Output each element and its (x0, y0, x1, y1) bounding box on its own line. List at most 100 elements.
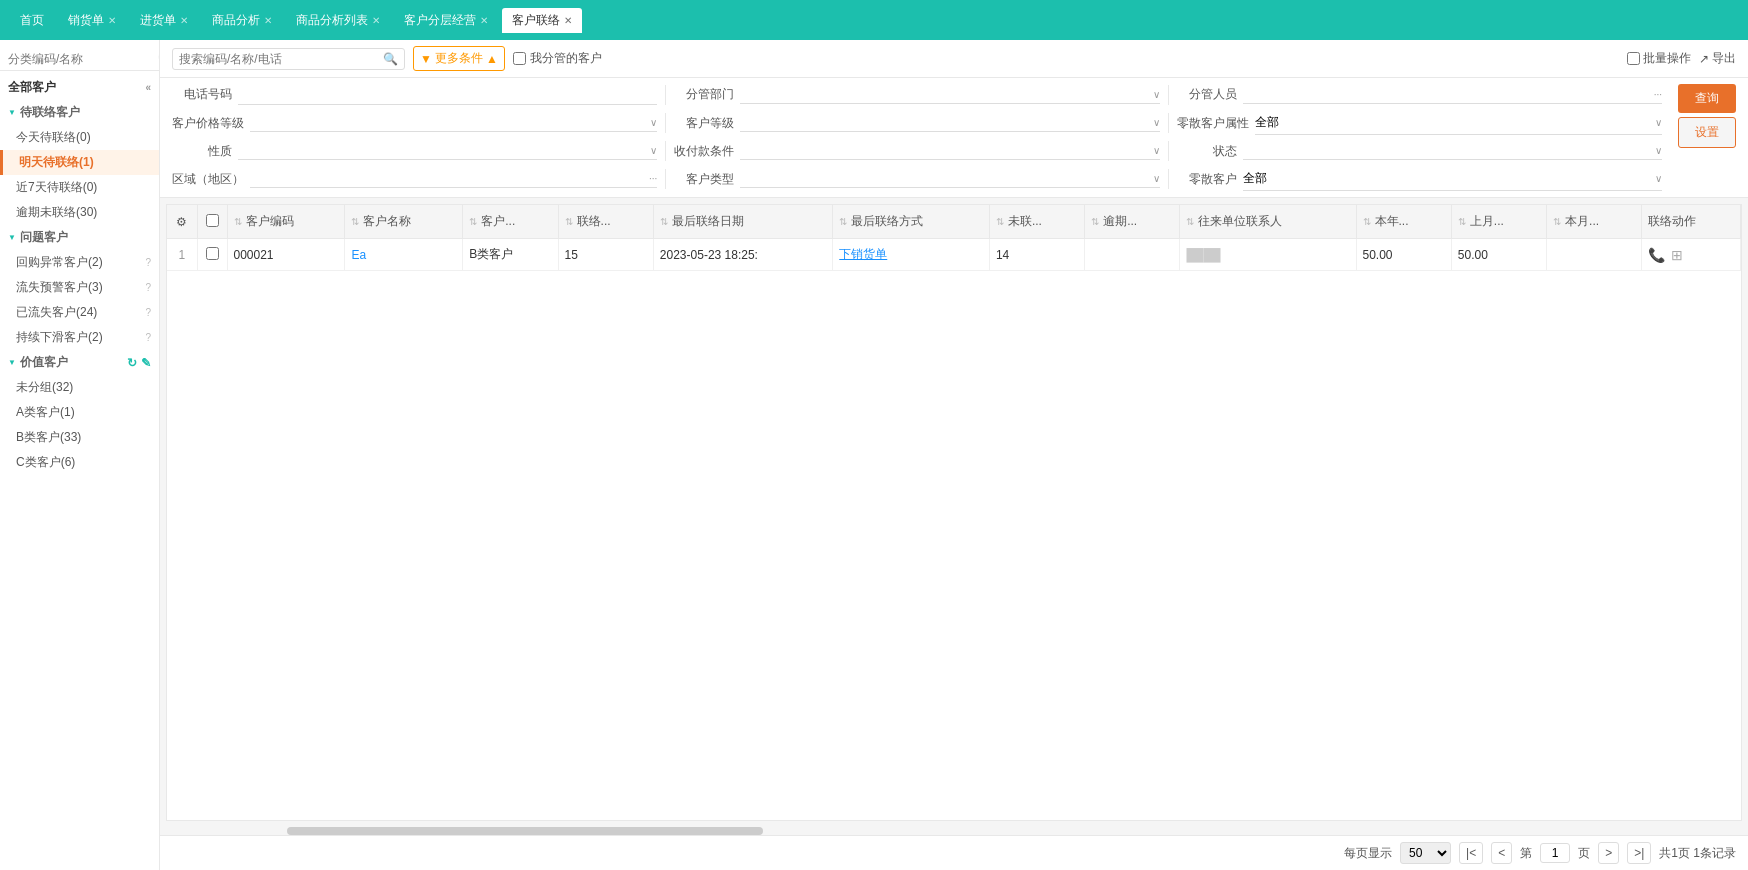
sidebar-all-customers[interactable]: 全部客户 « (0, 75, 159, 100)
help-icon-declining[interactable]: ? (145, 332, 151, 343)
toolbar-search-icon[interactable]: 🔍 (383, 52, 398, 66)
sidebar-item-7days-pending[interactable]: 近7天待联络(0) (0, 175, 159, 200)
phone-action-icon[interactable]: 📞 (1648, 247, 1665, 263)
th-checkbox[interactable] (197, 205, 227, 239)
filter-phone-input[interactable] (238, 84, 657, 105)
th-last-month[interactable]: ⇅上月... (1451, 205, 1546, 239)
th-year-amount[interactable]: ⇅本年... (1356, 205, 1451, 239)
help-icon-churned[interactable]: ? (145, 307, 151, 318)
per-page-select[interactable]: 50 100 200 (1400, 842, 1451, 864)
filter-retail-attr-select[interactable]: 全部 ∨ (1255, 111, 1662, 135)
horizontal-scrollbar[interactable] (160, 827, 1748, 835)
sidebar-item-declining[interactable]: 持续下滑客户(2) ? (0, 325, 159, 350)
filter-region-label: 区域（地区） (172, 171, 244, 188)
th-last-month-label: 上月... (1470, 213, 1504, 230)
nav-product-analysis[interactable]: 商品分析 ✕ (202, 8, 282, 33)
th-contact-person[interactable]: ⇅往来单位联系人 (1180, 205, 1356, 239)
nav-customer-stratification[interactable]: 客户分层经营 ✕ (394, 8, 498, 33)
nav-customer-contact[interactable]: 客户联络 ✕ (502, 8, 582, 33)
th-last-contact-date[interactable]: ⇅最后联络日期 (653, 205, 832, 239)
more-conditions-btn[interactable]: ▼ 更多条件 ▲ (413, 46, 505, 71)
first-page-btn[interactable]: |< (1459, 842, 1483, 864)
nav-purchase-order[interactable]: 进货单 ✕ (130, 8, 198, 33)
row-checkbox[interactable] (206, 247, 219, 260)
sidebar-item-tomorrow-pending-label: 明天待联络(1) (19, 154, 94, 171)
filter-nature-label: 性质 (172, 143, 232, 160)
grid-action-icon[interactable]: ⊞ (1671, 247, 1683, 263)
nav-home[interactable]: 首页 (10, 8, 54, 33)
batch-op-btn[interactable]: 批量操作 (1627, 50, 1691, 67)
sidebar-item-b-customers[interactable]: B类客户(33) (0, 425, 159, 450)
my-customers-checkbox[interactable] (513, 52, 526, 65)
sidebar-item-abnormal-repurchase[interactable]: 回购异常客户(2) ? (0, 250, 159, 275)
nav-sales-order[interactable]: 销货单 ✕ (58, 8, 126, 33)
filter-customer-type-select[interactable]: ∨ (740, 170, 1159, 188)
th-overdue[interactable]: ⇅逾期... (1085, 205, 1180, 239)
td-this-month-amount (1547, 239, 1642, 271)
help-icon-abnormal[interactable]: ? (145, 257, 151, 268)
filter-retail-customer-select[interactable]: 全部 ∨ (1243, 167, 1662, 191)
sidebar-item-tomorrow-pending[interactable]: 明天待联络(1) (0, 150, 159, 175)
filter-divider-1 (665, 85, 666, 105)
page-label: 第 (1520, 845, 1532, 862)
td-name[interactable]: Ea (345, 239, 463, 271)
sidebar-item-c-customers[interactable]: C类客户(6) (0, 450, 159, 475)
nav-customer-strat-label: 客户分层经营 (404, 12, 476, 29)
filter-retail-attr: 零散客户属性 全部 ∨ (1177, 111, 1662, 135)
sidebar-item-overdue-pending[interactable]: 逾期未联络(30) (0, 200, 159, 225)
nav-customer-strat-close-icon[interactable]: ✕ (480, 15, 488, 26)
nav-purchase-close-icon[interactable]: ✕ (180, 15, 188, 26)
my-customers-checkbox-area[interactable]: 我分管的客户 (513, 50, 602, 67)
last-page-btn[interactable]: >| (1627, 842, 1651, 864)
td-overdue (1085, 239, 1180, 271)
sidebar-item-a-customers[interactable]: A类客户(1) (0, 400, 159, 425)
filter-price-select[interactable]: ∨ (250, 114, 657, 132)
nav-purchase-label: 进货单 (140, 12, 176, 29)
search-input[interactable] (179, 52, 379, 66)
sort-icon-person: ⇅ (1186, 216, 1194, 227)
th-last-contact-method[interactable]: ⇅最后联络方式 (833, 205, 990, 239)
th-contact-count[interactable]: ⇅联络... (558, 205, 653, 239)
th-this-month[interactable]: ⇅本月... (1547, 205, 1642, 239)
sidebar-item-ungrouped[interactable]: 未分组(32) (0, 375, 159, 400)
last-method-link[interactable]: 下销货单 (839, 247, 887, 261)
filter-customer-level-select[interactable]: ∨ (740, 114, 1159, 132)
th-config[interactable]: ⚙ (167, 205, 197, 239)
td-actions: 📞 ⊞ (1642, 239, 1741, 271)
td-checkbox[interactable] (197, 239, 227, 271)
query-btn[interactable]: 查询 (1678, 84, 1736, 113)
page-input[interactable] (1540, 843, 1570, 863)
filter-payment-select[interactable]: ∨ (740, 142, 1159, 160)
sidebar-item-today-pending[interactable]: 今天待联络(0) (0, 125, 159, 150)
filter-manager-dots-icon: ··· (1654, 89, 1662, 100)
th-uncontacted[interactable]: ⇅未联... (989, 205, 1084, 239)
filter-region-select[interactable]: ··· (250, 170, 657, 188)
filter-nature-select[interactable]: ∨ (238, 142, 657, 160)
nav-product-list-close-icon[interactable]: ✕ (372, 15, 380, 26)
edit-icon[interactable]: ✎ (141, 356, 151, 370)
scrollbar-thumb[interactable] (287, 827, 763, 835)
td-last-method[interactable]: 下销货单 (833, 239, 990, 271)
th-customer-code[interactable]: ⇅客户编码 (227, 205, 345, 239)
setting-btn[interactable]: 设置 (1678, 117, 1736, 148)
export-btn[interactable]: ↗ 导出 (1699, 50, 1736, 67)
nav-sales-close-icon[interactable]: ✕ (108, 15, 116, 26)
filter-manager-select[interactable]: ··· (1243, 86, 1662, 104)
filter-dept-select[interactable]: ∨ (740, 86, 1159, 104)
refresh-icon[interactable]: ↻ (127, 356, 137, 370)
nav-product-analysis-list[interactable]: 商品分析列表 ✕ (286, 8, 390, 33)
sidebar-item-churned[interactable]: 已流失客户(24) ? (0, 300, 159, 325)
next-page-btn[interactable]: > (1598, 842, 1619, 864)
th-customer-cat[interactable]: ⇅客户... (463, 205, 558, 239)
select-all-checkbox[interactable] (206, 214, 219, 227)
sidebar-item-ungrouped-label: 未分组(32) (16, 379, 73, 396)
help-icon-churn-warning[interactable]: ? (145, 282, 151, 293)
sidebar-item-churn-warning[interactable]: 流失预警客户(3) ? (0, 275, 159, 300)
sidebar-search-input[interactable] (8, 52, 158, 66)
filter-status-select[interactable]: ∨ (1243, 142, 1662, 160)
prev-page-btn[interactable]: < (1491, 842, 1512, 864)
batch-op-checkbox[interactable] (1627, 52, 1640, 65)
nav-product-close-icon[interactable]: ✕ (264, 15, 272, 26)
nav-customer-contact-close-icon[interactable]: ✕ (564, 15, 572, 26)
th-customer-name[interactable]: ⇅客户名称 (345, 205, 463, 239)
